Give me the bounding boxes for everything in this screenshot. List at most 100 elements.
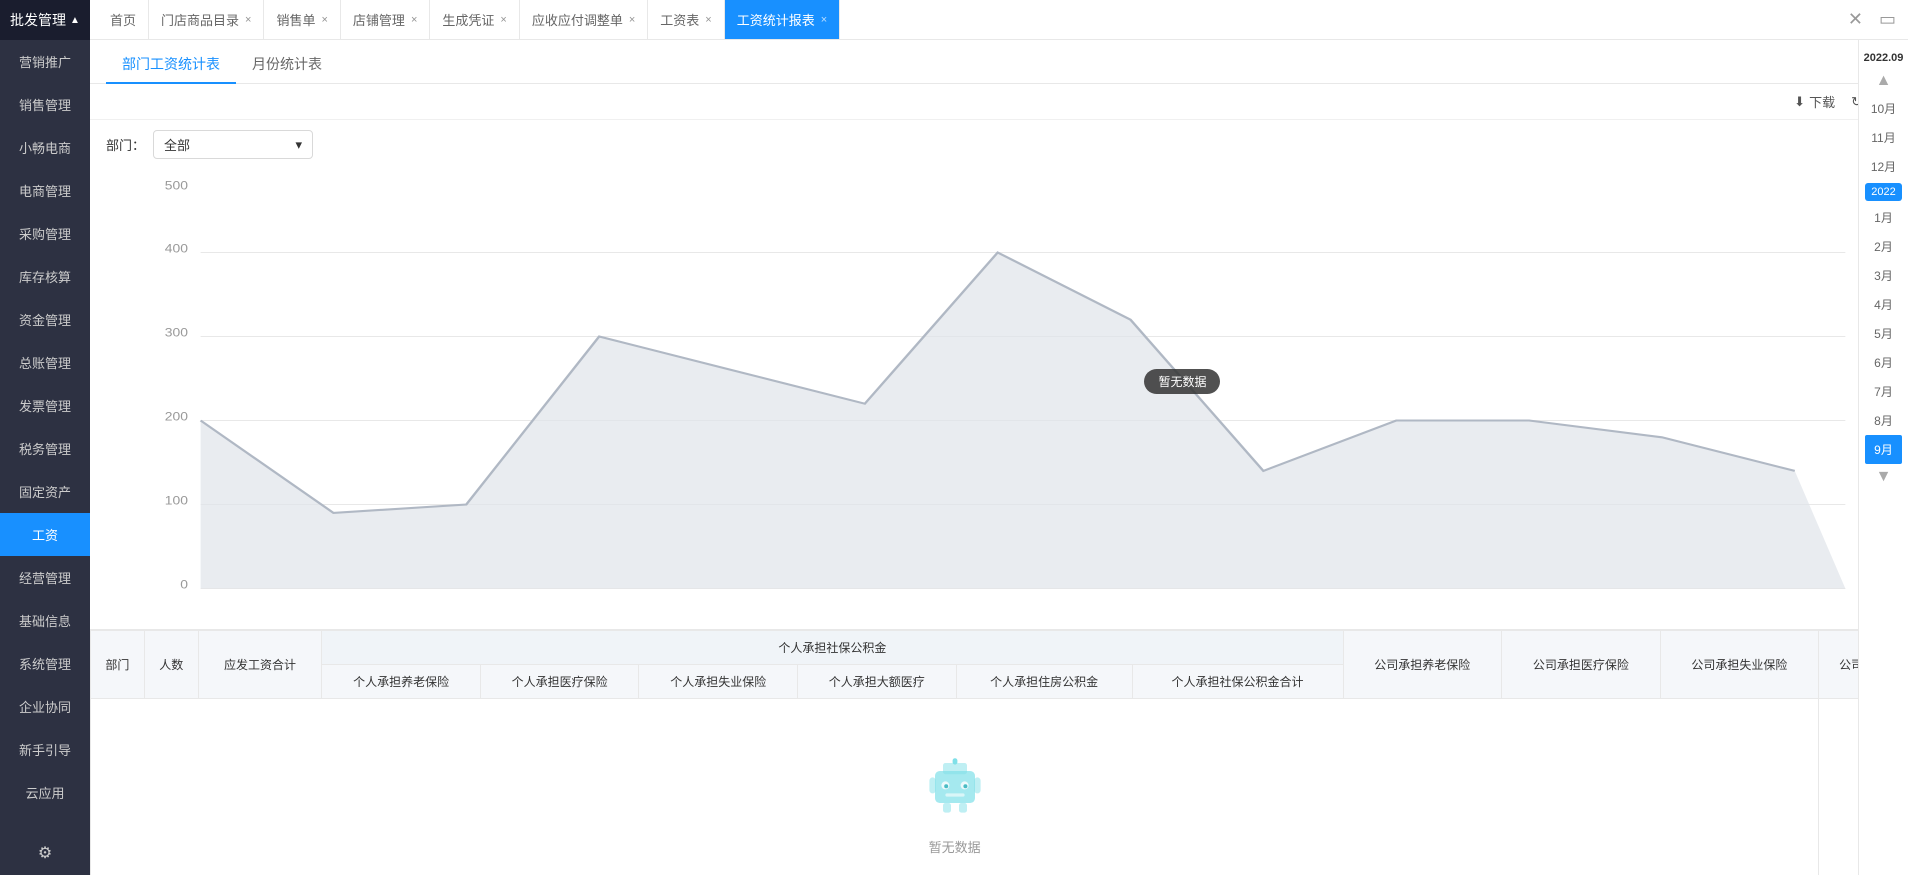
tab-生成凭证[interactable]: 生成凭证 × <box>430 0 519 39</box>
timeline-down-arrow[interactable]: ▼ <box>1872 464 1896 490</box>
timeline-item-11月[interactable]: 11月 <box>1865 123 1901 152</box>
tab-close-icon[interactable]: × <box>245 14 251 26</box>
timeline-item-7月[interactable]: 7月 <box>1865 377 1901 406</box>
tab-应收应付调整单[interactable]: 应收应付调整单× <box>520 0 648 39</box>
timeline-item-5月[interactable]: 5月 <box>1865 319 1901 348</box>
timeline-item-3月[interactable]: 3月 <box>1865 261 1901 290</box>
svg-text:300: 300 <box>165 326 188 340</box>
sidebar-item-经营管理[interactable]: 经营管理 <box>0 556 90 599</box>
svg-text:0: 0 <box>180 578 188 592</box>
tab-close-icon[interactable]: × <box>705 14 711 26</box>
sidebar-item-企业协同[interactable]: 企业协同 <box>0 685 90 728</box>
tab-label: 工资统计报表 <box>737 10 815 29</box>
sidebar-item-发票管理[interactable]: 发票管理 <box>0 384 90 427</box>
sidebar-item-税务管理[interactable]: 税务管理 <box>0 427 90 470</box>
timeline-item-1月[interactable]: 1月 <box>1865 203 1901 232</box>
sidebar-item-总账管理[interactable]: 总账管理 <box>0 341 90 384</box>
side-timeline: 2022.09 ▲ 10月11月12月 2022 1月2月3月4月5月6月7月8月9… <box>1858 40 1908 875</box>
tab-店铺管理[interactable]: 店铺管理 × <box>341 0 430 39</box>
tab-close-icon[interactable]: × <box>411 14 417 26</box>
chart-area: 0 100 200 300 400 500 暂无数据 <box>90 169 1908 629</box>
tab-首页[interactable]: 首页 <box>98 0 149 39</box>
department-filter-label: 部门： <box>106 135 145 154</box>
tab-销售单[interactable]: 销售单 × <box>264 0 340 39</box>
line-chart: 0 100 200 300 400 500 <box>150 179 1858 599</box>
timeline-item-10月[interactable]: 10月 <box>1865 94 1901 123</box>
col-personal-major-medical: 个人承担大额医疗 <box>798 665 957 699</box>
subtab-部门工资统计表[interactable]: 部门工资统计表 <box>106 46 236 84</box>
tab-label: 销售单 <box>276 10 315 29</box>
tab-close-icon[interactable]: × <box>629 14 635 26</box>
sidebar-item-电商管理[interactable]: 电商管理 <box>0 169 90 212</box>
tab-label: 店铺管理 <box>353 10 405 29</box>
empty-state: 暂无数据 <box>97 707 1812 875</box>
page-content: 部门工资统计表月份统计表 ⬇ 下载 ↻ 刷新 部门： 全部 ▾ <box>90 40 1908 875</box>
sidebar-item-系统管理[interactable]: 系统管理 <box>0 642 90 685</box>
tab-label: 工资表 <box>660 10 699 29</box>
tab-label: 生成凭证 <box>442 10 494 29</box>
close-window-icon[interactable]: ✕ <box>1844 5 1867 34</box>
timeline-up-arrow[interactable]: ▲ <box>1872 68 1896 94</box>
col-company-pension: 公司承担养老保险 <box>1343 631 1502 699</box>
sidebar-item-库存核算[interactable]: 库存核算 <box>0 255 90 298</box>
timeline-item-9月[interactable]: 9月 <box>1865 435 1901 464</box>
empty-state-text: 暂无数据 <box>929 837 981 856</box>
sidebar-item-资金管理[interactable]: 资金管理 <box>0 298 90 341</box>
sidebar-title: 批发管理 <box>10 10 66 30</box>
timeline-item-4月[interactable]: 4月 <box>1865 290 1901 319</box>
sidebar-item-营销推广[interactable]: 营销推广 <box>0 40 90 83</box>
sidebar-arrow-icon: ▲ <box>70 15 80 26</box>
department-select-value: 全部 <box>164 135 190 154</box>
salary-table: 部门 人数 应发工资合计 个人承担社保公积金 公司承担养老保险 公司承担医疗保险… <box>90 630 1908 875</box>
svg-text:100: 100 <box>165 494 188 508</box>
col-department: 部门 <box>91 631 145 699</box>
timeline-item-8月[interactable]: 8月 <box>1865 406 1901 435</box>
svg-text:500: 500 <box>165 179 188 192</box>
sidebar-settings[interactable]: ⚙ <box>0 831 90 875</box>
subtab-月份统计表[interactable]: 月份统计表 <box>236 46 338 84</box>
download-label: 下载 <box>1809 92 1835 111</box>
col-personal-pension: 个人承担养老保险 <box>322 665 481 699</box>
tab-label: 首页 <box>110 10 136 29</box>
col-company-unemployment: 公司承担失业保险 <box>1660 631 1819 699</box>
filter-bar: 部门： 全部 ▾ <box>90 120 1908 169</box>
sidebar-item-基础信息[interactable]: 基础信息 <box>0 599 90 642</box>
tab-工资表[interactable]: 工资表 × <box>648 0 724 39</box>
sidebar-item-工资[interactable]: 工资 <box>0 513 90 556</box>
sidebar-item-销售管理[interactable]: 销售管理 <box>0 83 90 126</box>
col-personal-housing: 个人承担住房公积金 <box>956 665 1132 699</box>
col-personal-unemployment: 个人承担失业保险 <box>639 665 798 699</box>
timeline-year-2022[interactable]: 2022 <box>1865 183 1901 201</box>
tab-close-icon[interactable]: × <box>321 14 327 26</box>
tab-门店商品目录[interactable]: 门店商品目录 × <box>149 0 264 39</box>
tab-工资统计报表[interactable]: 工资统计报表 × <box>725 0 840 39</box>
toolbar: ⬇ 下载 ↻ 刷新 <box>90 84 1908 120</box>
sidebar-item-新手引导[interactable]: 新手引导 <box>0 728 90 771</box>
timeline-item-12月[interactable]: 12月 <box>1865 152 1901 181</box>
download-button[interactable]: ⬇ 下载 <box>1794 92 1835 111</box>
col-total-salary: 应发工资合计 <box>198 631 322 699</box>
table-container[interactable]: 部门 人数 应发工资合计 个人承担社保公积金 公司承担养老保险 公司承担医疗保险… <box>90 629 1908 875</box>
chevron-down-icon: ▾ <box>295 137 302 153</box>
sidebar-item-固定资产[interactable]: 固定资产 <box>0 470 90 513</box>
tab-close-icon[interactable]: × <box>821 14 827 26</box>
tab-close-icon[interactable]: × <box>500 14 506 26</box>
tab-label: 门店商品目录 <box>161 10 239 29</box>
sidebar-header[interactable]: 批发管理 ▲ <box>0 0 90 40</box>
table-row: 暂无数据 <box>91 699 1908 875</box>
main-content: 首页门店商品目录×销售单×店铺管理×生成凭证×应收应付调整单×工资表×工资统计报… <box>90 0 1908 875</box>
col-company-medical: 公司承担医疗保险 <box>1502 631 1661 699</box>
sidebar-item-采购管理[interactable]: 采购管理 <box>0 212 90 255</box>
col-personal-total: 个人承担社保公积金合计 <box>1132 665 1343 699</box>
tab-bar-actions: ✕ ▭ <box>1844 5 1900 34</box>
svg-text:200: 200 <box>165 410 188 424</box>
timeline-item-6月[interactable]: 6月 <box>1865 348 1901 377</box>
sidebar-item-云应用[interactable]: 云应用 <box>0 771 90 814</box>
department-select[interactable]: 全部 ▾ <box>153 130 313 159</box>
col-personal-medical: 个人承担医疗保险 <box>480 665 639 699</box>
col-headcount: 人数 <box>144 631 198 699</box>
timeline-item-2月[interactable]: 2月 <box>1865 232 1901 261</box>
restore-window-icon[interactable]: ▭ <box>1875 5 1900 34</box>
sidebar-item-小畅电商[interactable]: 小畅电商 <box>0 126 90 169</box>
timeline-header: 2022.09 <box>1862 48 1906 68</box>
